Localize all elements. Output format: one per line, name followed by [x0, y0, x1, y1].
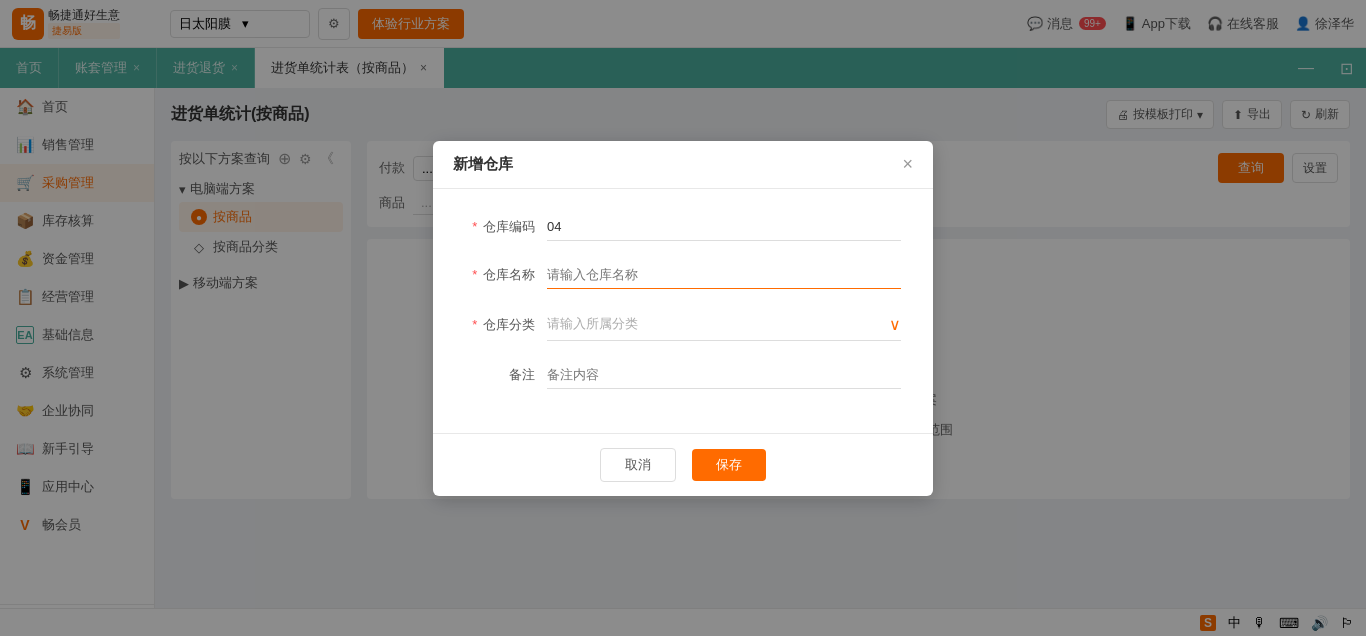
- dialog-title: 新增仓库: [453, 155, 513, 174]
- note-label: 备注: [465, 366, 535, 384]
- name-input[interactable]: [547, 261, 901, 289]
- dialog-header: 新增仓库 ×: [433, 141, 933, 189]
- save-button[interactable]: 保存: [692, 449, 766, 481]
- dialog-footer: 取消 保存: [433, 433, 933, 496]
- code-field-row: * 仓库编码: [465, 213, 901, 241]
- code-label: * 仓库编码: [465, 218, 535, 236]
- cancel-button[interactable]: 取消: [600, 448, 676, 482]
- category-field-row: * 仓库分类 请输入所属分类 ∨: [465, 309, 901, 341]
- name-required-mark: *: [472, 267, 477, 282]
- modal-overlay: 新增仓库 × * 仓库编码 * 仓库名称: [0, 0, 1366, 636]
- code-input[interactable]: [547, 213, 901, 241]
- category-placeholder: 请输入所属分类: [547, 315, 638, 333]
- dialog-body: * 仓库编码 * 仓库名称 * 仓库分类 请输入所属: [433, 189, 933, 433]
- category-select[interactable]: 请输入所属分类 ∨: [547, 309, 901, 341]
- category-label: * 仓库分类: [465, 316, 535, 334]
- name-label: * 仓库名称: [465, 266, 535, 284]
- note-input[interactable]: [547, 361, 901, 389]
- new-warehouse-dialog: 新增仓库 × * 仓库编码 * 仓库名称: [433, 141, 933, 496]
- category-dropdown-icon: ∨: [889, 315, 901, 334]
- category-required-mark: *: [472, 317, 477, 332]
- name-field-row: * 仓库名称: [465, 261, 901, 289]
- note-field-row: 备注: [465, 361, 901, 389]
- code-required-mark: *: [472, 219, 477, 234]
- dialog-close-icon[interactable]: ×: [902, 155, 913, 173]
